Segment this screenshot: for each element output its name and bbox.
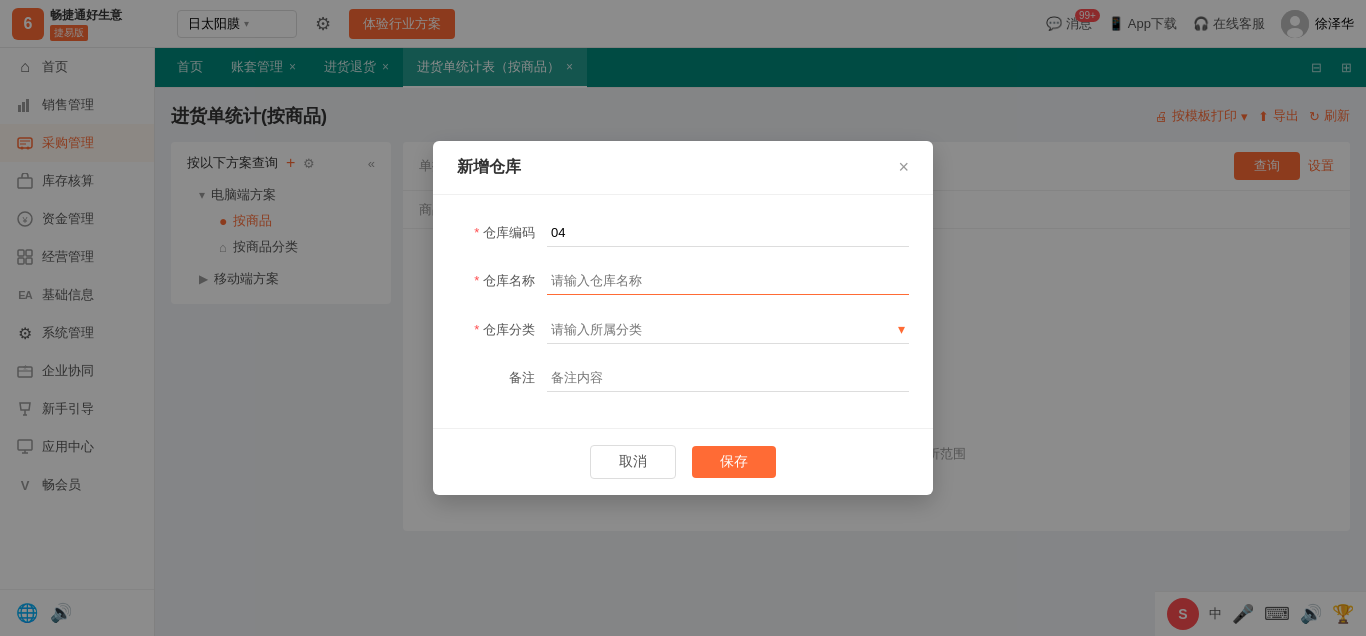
modal-header: 新增仓库 ×	[433, 141, 933, 195]
save-button[interactable]: 保存	[692, 446, 776, 478]
category-input[interactable]	[551, 322, 898, 337]
warehouse-code-row: * 仓库编码	[457, 219, 909, 247]
remarks-input[interactable]	[547, 364, 909, 392]
close-icon[interactable]: ×	[898, 157, 909, 178]
remarks-label: 备注	[457, 369, 547, 387]
remarks-row: 备注	[457, 364, 909, 392]
warehouse-code-label: * 仓库编码	[457, 224, 547, 242]
warehouse-name-input[interactable]	[547, 267, 909, 295]
required-star-2: *	[474, 273, 479, 288]
chevron-down-icon[interactable]: ▾	[898, 321, 905, 337]
warehouse-category-label: * 仓库分类	[457, 321, 547, 339]
modal-body: * 仓库编码 * 仓库名称 * 仓库分类	[433, 195, 933, 428]
new-warehouse-modal: 新增仓库 × * 仓库编码 * 仓库名称	[433, 141, 933, 495]
warehouse-category-row: * 仓库分类 ▾	[457, 315, 909, 344]
modal-footer: 取消 保存	[433, 428, 933, 495]
cancel-button[interactable]: 取消	[590, 445, 676, 479]
warehouse-code-input[interactable]	[547, 219, 909, 247]
modal-title: 新增仓库	[457, 157, 521, 178]
warehouse-name-label: * 仓库名称	[457, 272, 547, 290]
warehouse-name-row: * 仓库名称	[457, 267, 909, 295]
required-star-1: *	[474, 225, 479, 240]
warehouse-category-select[interactable]: ▾	[547, 315, 909, 344]
modal-overlay: 新增仓库 × * 仓库编码 * 仓库名称	[0, 0, 1366, 636]
required-star-3: *	[474, 322, 479, 337]
